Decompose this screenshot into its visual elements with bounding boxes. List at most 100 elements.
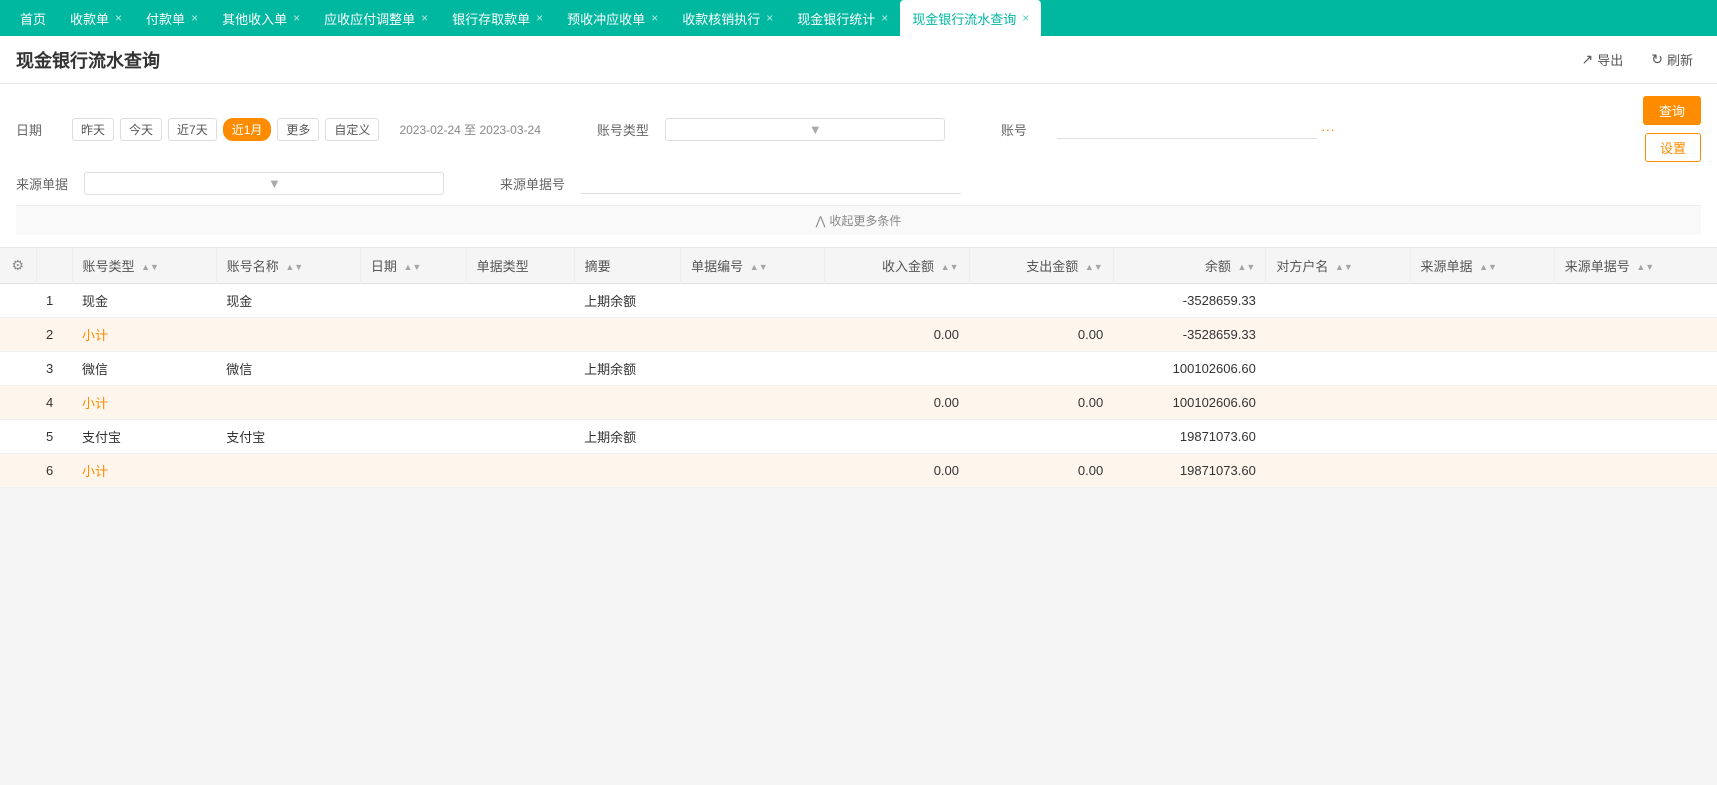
cell-account-type: 现金 — [72, 284, 216, 318]
nav-prepaid-offset[interactable]: 预收冲应收单 × — [555, 0, 670, 36]
date-yesterday[interactable]: 昨天 — [72, 118, 114, 141]
nav-other-income[interactable]: 其他收入单 × — [210, 0, 312, 36]
cell-expense — [969, 352, 1113, 386]
cell-source-doc-no — [1554, 352, 1717, 386]
cell-account-type: 微信 — [72, 352, 216, 386]
cell-source-doc — [1410, 386, 1554, 420]
nav-receipt[interactable]: 收款单 × — [58, 0, 134, 36]
table-row[interactable]: 6小计0.000.0019871073.60 — [0, 454, 1717, 488]
date-more[interactable]: 更多 — [277, 118, 319, 141]
gear-icon[interactable]: ⚙ — [11, 257, 24, 273]
date-7days[interactable]: 近7天 — [168, 118, 217, 141]
account-more-icon[interactable]: ··· — [1321, 121, 1335, 137]
col-expense[interactable]: 支出金额 ▲▼ — [969, 248, 1113, 284]
account-input[interactable] — [1061, 121, 1313, 136]
header-actions: ↗ 导出 ↻ 刷新 — [1574, 46, 1702, 73]
cell-counterpart — [1266, 420, 1410, 454]
table-container: ⚙ 账号类型 ▲▼ 账号名称 ▲▼ 日期 ▲▼ 单据类型 — [0, 248, 1717, 488]
cell-doc-no — [681, 318, 825, 352]
sort-icon: ▲▼ — [141, 263, 159, 272]
table-row[interactable]: 2小计0.000.00-3528659.33 — [0, 318, 1717, 352]
col-income[interactable]: 收入金额 ▲▼ — [825, 248, 969, 284]
nav-home[interactable]: 首页 — [8, 0, 58, 36]
col-date[interactable]: 日期 ▲▼ — [360, 248, 466, 284]
col-counterpart[interactable]: 对方户名 ▲▼ — [1266, 248, 1410, 284]
date-custom[interactable]: 自定义 — [325, 118, 379, 141]
col-doc-type[interactable]: 单据类型 — [466, 248, 574, 284]
account-label: 账号 — [1001, 120, 1041, 139]
account-input-container — [1057, 119, 1317, 139]
col-source-doc-no[interactable]: 来源单据号 ▲▼ — [1554, 248, 1717, 284]
cell-gear — [0, 352, 36, 386]
cell-index: 2 — [36, 318, 72, 352]
close-icon[interactable]: × — [881, 11, 888, 25]
date-today[interactable]: 今天 — [120, 118, 162, 141]
query-button[interactable]: 查询 — [1643, 96, 1701, 125]
cell-account-type: 支付宝 — [72, 420, 216, 454]
source-doc-select[interactable]: ▼ — [84, 172, 444, 195]
col-account-name-label: 账号名称 — [227, 259, 279, 274]
table-row[interactable]: 5支付宝支付宝上期余额19871073.60 — [0, 420, 1717, 454]
export-button[interactable]: ↗ 导出 — [1574, 46, 1632, 73]
cell-income: 0.00 — [825, 318, 969, 352]
cell-gear — [0, 318, 36, 352]
refresh-icon: ↻ — [1651, 51, 1663, 68]
close-icon[interactable]: × — [293, 11, 300, 25]
cell-summary: 上期余额 — [574, 420, 681, 454]
close-icon[interactable]: × — [536, 11, 543, 25]
nav-bank-flow[interactable]: 现金银行流水查询 × — [900, 0, 1041, 36]
col-balance[interactable]: 余额 ▲▼ — [1113, 248, 1266, 284]
col-date-label: 日期 — [371, 259, 397, 274]
table-row[interactable]: 3微信微信上期余额100102606.60 — [0, 352, 1717, 386]
cell-income: 0.00 — [825, 386, 969, 420]
cell-summary: 上期余额 — [574, 352, 681, 386]
cell-date — [360, 454, 466, 488]
cell-source-doc — [1410, 454, 1554, 488]
col-source-doc-no-label: 来源单据号 — [1565, 259, 1630, 274]
sort-icon: ▲▼ — [1085, 263, 1103, 272]
col-source-doc[interactable]: 来源单据 ▲▼ — [1410, 248, 1554, 284]
nav-receipt-exec[interactable]: 收款核销执行 × — [670, 0, 785, 36]
cell-expense — [969, 284, 1113, 318]
sort-icon: ▲▼ — [1335, 263, 1353, 272]
cell-source-doc — [1410, 318, 1554, 352]
close-icon[interactable]: × — [1022, 11, 1029, 25]
col-doc-no[interactable]: 单据编号 ▲▼ — [681, 248, 825, 284]
cell-income — [825, 284, 969, 318]
setting-button[interactable]: 设置 — [1645, 133, 1701, 162]
collapse-button[interactable]: ⋀ 收起更多条件 — [816, 212, 902, 229]
sort-icon: ▲▼ — [941, 263, 959, 272]
cell-counterpart — [1266, 454, 1410, 488]
col-summary[interactable]: 摘要 — [574, 248, 681, 284]
refresh-button[interactable]: ↻ 刷新 — [1643, 46, 1701, 73]
cell-date — [360, 420, 466, 454]
cell-account-name — [216, 318, 360, 352]
close-icon[interactable]: × — [115, 11, 122, 25]
nav-ar-ap-adjust[interactable]: 应收应付调整单 × — [312, 0, 440, 36]
cell-income — [825, 352, 969, 386]
col-account-type[interactable]: 账号类型 ▲▼ — [72, 248, 216, 284]
sort-icon: ▲▼ — [1636, 263, 1654, 272]
date-1month[interactable]: 近1月 — [223, 118, 272, 141]
close-icon[interactable]: × — [191, 11, 198, 25]
close-icon[interactable]: × — [651, 11, 658, 25]
export-icon: ↗ — [1582, 51, 1594, 68]
table-row[interactable]: 1现金现金上期余额-3528659.33 — [0, 284, 1717, 318]
cell-source-doc-no — [1554, 454, 1717, 488]
nav-payment[interactable]: 付款单 × — [134, 0, 210, 36]
cell-account-name — [216, 386, 360, 420]
cell-counterpart — [1266, 386, 1410, 420]
close-icon[interactable]: × — [421, 11, 428, 25]
col-counterpart-label: 对方户名 — [1276, 259, 1328, 274]
cell-gear — [0, 284, 36, 318]
col-settings[interactable]: ⚙ — [0, 248, 36, 284]
table-row[interactable]: 4小计0.000.00100102606.60 — [0, 386, 1717, 420]
nav-bank-deposit[interactable]: 银行存取款单 × — [440, 0, 555, 36]
account-type-select[interactable]: ▼ — [665, 118, 945, 141]
nav-bank-stats[interactable]: 现金银行统计 × — [785, 0, 900, 36]
account-type-label: 账号类型 — [597, 120, 649, 139]
cell-income — [825, 420, 969, 454]
close-icon[interactable]: × — [766, 11, 773, 25]
source-doc-no-input[interactable] — [585, 176, 957, 191]
col-account-name[interactable]: 账号名称 ▲▼ — [216, 248, 360, 284]
